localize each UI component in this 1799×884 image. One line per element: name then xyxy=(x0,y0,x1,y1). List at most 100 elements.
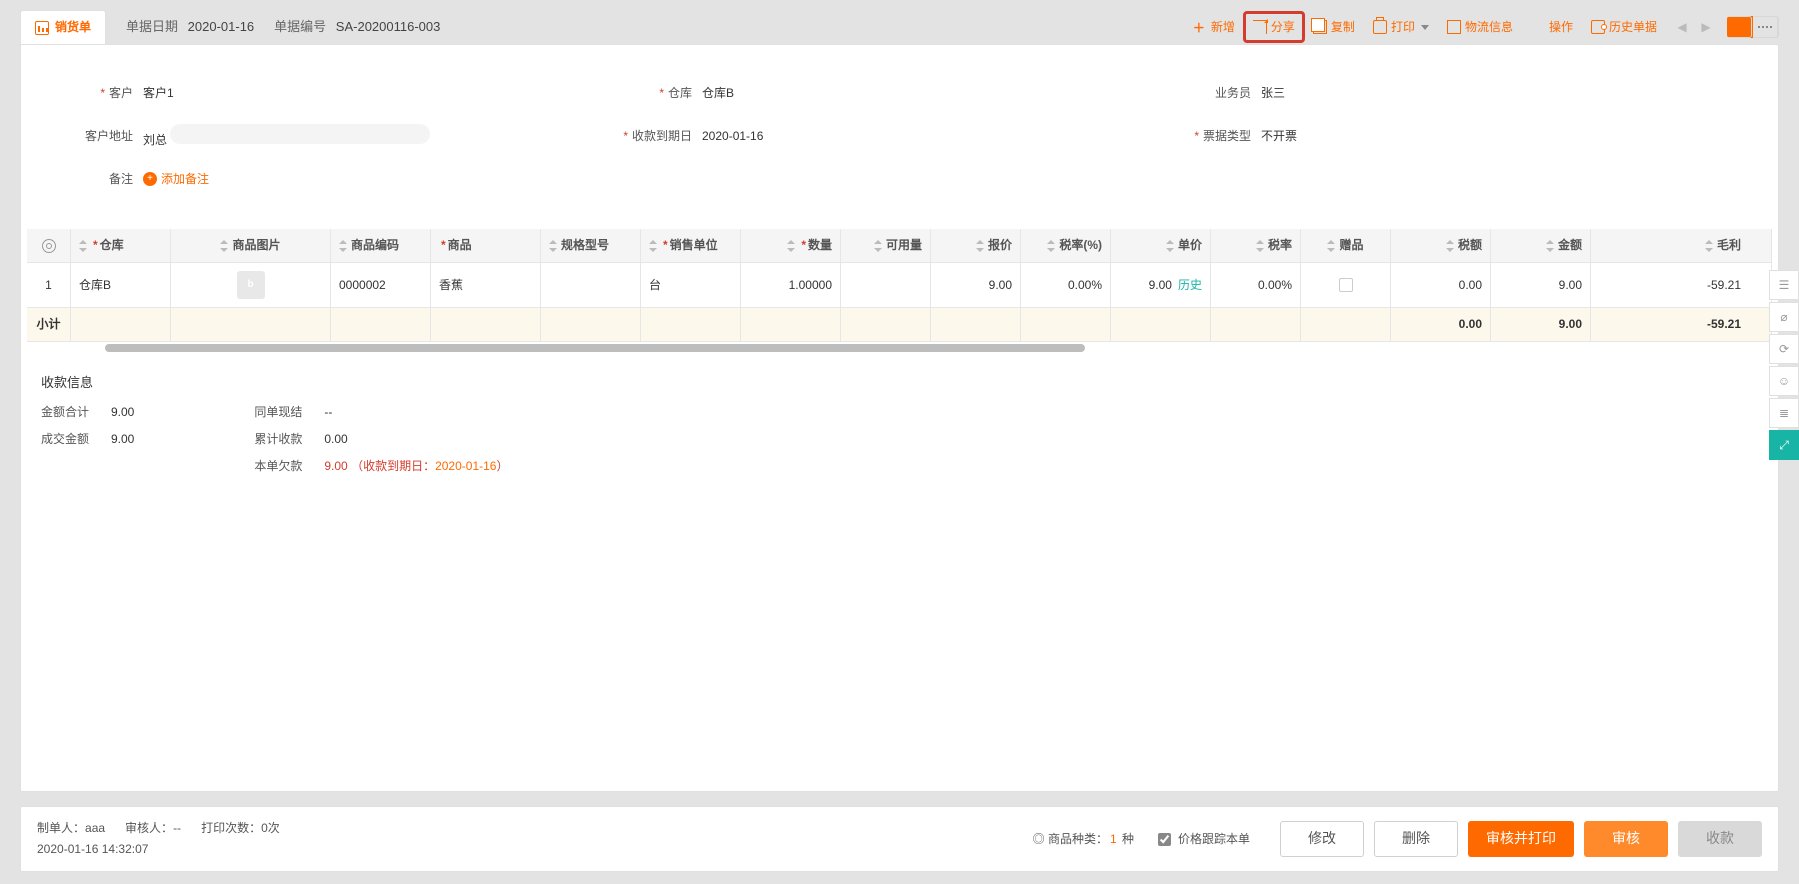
field-customer: *客户 客户1 xyxy=(61,85,620,102)
logistics-button[interactable]: 物流信息 xyxy=(1439,13,1521,41)
row-code[interactable]: 0000002 xyxy=(331,263,431,307)
row-tax-rate[interactable]: 0.00% xyxy=(1021,263,1111,307)
row-amount[interactable]: 9.00 xyxy=(1491,263,1591,307)
col-tax-rate[interactable]: 税率(%) xyxy=(1021,229,1111,262)
price-history-link[interactable]: 历史 xyxy=(1178,277,1202,294)
price-follow-checkbox[interactable]: 价格跟踪本单 xyxy=(1154,830,1250,849)
row-rate2[interactable]: 0.00% xyxy=(1211,263,1301,307)
history-icon xyxy=(1591,20,1605,34)
row-price[interactable]: 9.00历史 xyxy=(1111,263,1211,307)
footer-timestamp: 2020-01-16 14:32:07 xyxy=(37,841,148,858)
address-value[interactable]: 刘总 xyxy=(143,124,430,149)
gift-checkbox[interactable] xyxy=(1339,278,1353,292)
row-index: 1 xyxy=(27,263,71,307)
row-profit[interactable]: -59.21 xyxy=(1591,263,1772,307)
footer-mid: ◎ 商品种类：1 种 价格跟踪本单 xyxy=(1033,830,1250,849)
address-masked xyxy=(170,124,430,144)
row-gift[interactable] xyxy=(1301,263,1391,307)
payment-section: 收款信息 金额合计9.00 成交金额9.00 同单现结-- 累计收款0.00 本… xyxy=(21,354,1778,475)
row-qty[interactable]: 1.00000 xyxy=(741,263,841,307)
col-quote[interactable]: 报价 xyxy=(931,229,1021,262)
due-value[interactable]: 2020-01-16 xyxy=(702,128,763,145)
grid-icon xyxy=(1753,16,1778,38)
side-tool-user[interactable]: ☺ xyxy=(1769,366,1799,396)
col-spec[interactable]: 规格型号 xyxy=(541,229,641,262)
nav-prev[interactable]: ◀ xyxy=(1673,18,1691,36)
col-qty[interactable]: *数量 xyxy=(741,229,841,262)
print-button[interactable]: 打印 xyxy=(1365,13,1437,41)
col-tax-amount[interactable]: 税额 xyxy=(1391,229,1491,262)
row-warehouse[interactable]: 仓库B xyxy=(71,263,171,307)
field-warehouse: *仓库 仓库B xyxy=(620,85,1179,102)
doc-icon xyxy=(1447,20,1461,34)
row-product[interactable]: 香蕉 xyxy=(431,263,541,307)
row-spec[interactable] xyxy=(541,263,641,307)
view-list[interactable] xyxy=(1727,16,1753,38)
audit-button[interactable]: 审核 xyxy=(1584,821,1668,857)
copy-button[interactable]: 复制 xyxy=(1305,13,1363,41)
subtotal-profit: -59.21 xyxy=(1591,308,1772,341)
row-available[interactable] xyxy=(841,263,931,307)
side-tool-link[interactable]: ⌀ xyxy=(1769,302,1799,332)
share-button[interactable]: 分享 xyxy=(1245,13,1303,41)
doc-date-label: 单据日期 xyxy=(126,19,178,34)
pay-settle: 同单现结-- xyxy=(254,404,508,421)
col-settings[interactable] xyxy=(27,229,71,262)
scrollbar-thumb[interactable] xyxy=(105,344,1085,352)
share-icon xyxy=(1253,20,1267,34)
horizontal-scrollbar[interactable] xyxy=(105,342,1085,354)
side-tool-layers[interactable]: ≣ xyxy=(1769,398,1799,428)
row-image[interactable]: b xyxy=(171,263,331,307)
col-amount[interactable]: 金额 xyxy=(1491,229,1591,262)
main-panel: *客户 客户1 *仓库 仓库B 业务员 张三 客户地址 刘总 *收款到期日 20… xyxy=(20,44,1779,792)
ops-button[interactable]: 操作 xyxy=(1523,13,1581,41)
doc-date: 2020-01-16 xyxy=(188,19,255,34)
gear-icon xyxy=(42,239,56,253)
footer-meta: 制单人：aaa 审核人：-- 打印次数：0次 2020-01-16 14:32:… xyxy=(37,820,280,858)
salesman-value[interactable]: 张三 xyxy=(1261,85,1285,102)
print-icon xyxy=(1373,20,1387,34)
tab-sales-order[interactable]: 销货单 xyxy=(20,10,106,44)
col-warehouse[interactable]: *仓库 xyxy=(71,229,171,262)
history-button[interactable]: 历史单据 xyxy=(1583,13,1665,41)
items-table: *仓库 商品图片 商品编码 *商品 规格型号 *销售单位 *数量 可用量 报价 … xyxy=(27,229,1772,354)
pay-total: 金额合计9.00 xyxy=(41,404,134,421)
new-button[interactable]: ＋新增 xyxy=(1185,13,1243,41)
table-subtotal: 小计 0.00 9.00 -59.21 xyxy=(27,308,1772,342)
field-invoice-type: *票据类型 不开票 xyxy=(1179,124,1738,149)
collect-button[interactable]: 收款 xyxy=(1678,821,1762,857)
customer-value[interactable]: 客户1 xyxy=(143,85,174,102)
col-available[interactable]: 可用量 xyxy=(841,229,931,262)
col-profit[interactable]: 毛利 xyxy=(1591,229,1772,262)
audit-print-button[interactable]: 审核并打印 xyxy=(1468,821,1574,857)
warehouse-value[interactable]: 仓库B xyxy=(702,85,734,102)
row-quote[interactable]: 9.00 xyxy=(931,263,1021,307)
col-rate2[interactable]: 税率 xyxy=(1211,229,1301,262)
side-tool-refresh[interactable]: ⟳ xyxy=(1769,334,1799,364)
row-unit[interactable]: 台 xyxy=(641,263,741,307)
doc-no-label: 单据编号 xyxy=(274,19,326,34)
table-header: *仓库 商品图片 商品编码 *商品 规格型号 *销售单位 *数量 可用量 报价 … xyxy=(27,229,1772,263)
col-product[interactable]: *商品 xyxy=(431,229,541,262)
table-row[interactable]: 1 仓库B b 0000002 香蕉 台 1.00000 9.00 0.00% … xyxy=(27,263,1772,308)
edit-button[interactable]: 修改 xyxy=(1280,821,1364,857)
side-tool-expand[interactable]: ⤢ xyxy=(1769,430,1799,460)
col-image[interactable]: 商品图片 xyxy=(171,229,331,262)
side-tool-note[interactable]: ☰ xyxy=(1769,270,1799,300)
side-tool-strip: ☰ ⌀ ⟳ ☺ ≣ ⤢ xyxy=(1769,270,1799,460)
col-code[interactable]: 商品编码 xyxy=(331,229,431,262)
col-unit[interactable]: *销售单位 xyxy=(641,229,741,262)
footer: 制单人：aaa 审核人：-- 打印次数：0次 2020-01-16 14:32:… xyxy=(20,806,1779,872)
plus-icon: + xyxy=(143,172,157,186)
col-gift[interactable]: 赠品 xyxy=(1301,229,1391,262)
pay-cumulative: 累计收款0.00 xyxy=(254,431,508,448)
add-remark-link[interactable]: +添加备注 xyxy=(143,171,209,188)
view-grid[interactable] xyxy=(1753,16,1779,38)
row-tax-amount[interactable]: 0.00 xyxy=(1391,263,1491,307)
list-icon xyxy=(1728,16,1752,38)
delete-button[interactable]: 删除 xyxy=(1374,821,1458,857)
nav-next[interactable]: ▶ xyxy=(1697,18,1715,36)
col-price[interactable]: 单价 xyxy=(1111,229,1211,262)
tab-title: 销货单 xyxy=(55,19,91,36)
invoice-type-value[interactable]: 不开票 xyxy=(1261,128,1297,145)
